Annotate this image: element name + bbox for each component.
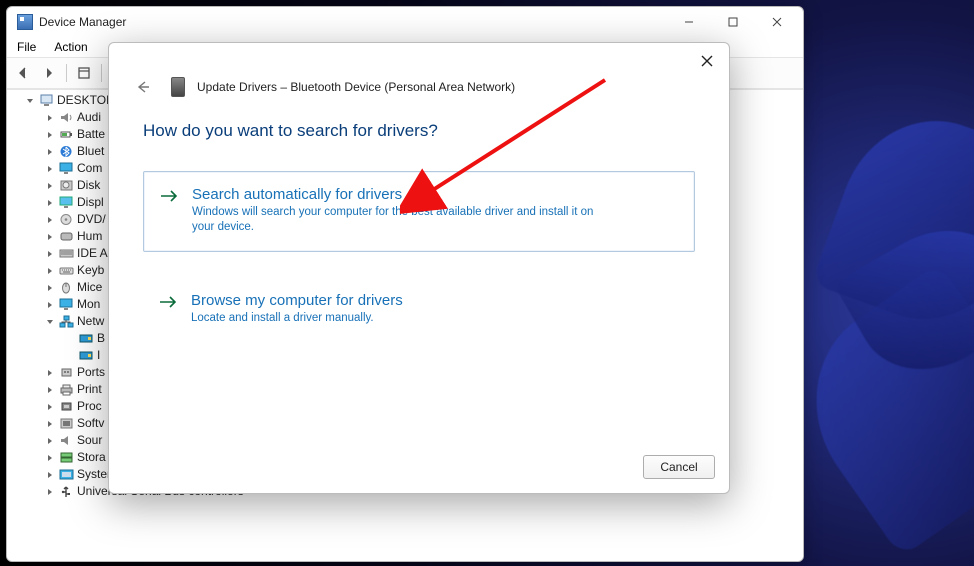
tree-node-label: Stora — [77, 449, 106, 466]
tree-node-label: Audi — [77, 109, 101, 126]
option-search-automatically[interactable]: Search automatically for drivers Windows… — [143, 171, 695, 252]
back-arrow-icon[interactable] — [133, 77, 153, 97]
tree-node-label: IDE A — [77, 245, 108, 262]
dialog-footer: Cancel — [109, 445, 729, 493]
tree-node-label: Hum — [77, 228, 102, 245]
option-description: Locate and install a driver manually. — [191, 311, 611, 326]
chevron-right-icon[interactable] — [45, 232, 55, 242]
chevron-right-icon[interactable] — [45, 419, 55, 429]
device-icon — [171, 77, 185, 97]
cpu-icon — [58, 400, 74, 414]
nic-icon — [78, 332, 94, 346]
chevron-right-icon[interactable] — [45, 113, 55, 123]
titlebar[interactable]: Device Manager — [7, 7, 803, 37]
tree-node-label: Mon — [77, 296, 100, 313]
menu-file[interactable]: File — [13, 39, 40, 55]
ide-icon — [58, 247, 74, 261]
chevron-right-icon[interactable] — [45, 368, 55, 378]
chevron-right-icon[interactable] — [45, 215, 55, 225]
toolbar-back-button[interactable] — [11, 61, 35, 85]
chevron-right-icon[interactable] — [45, 283, 55, 293]
usb-icon — [58, 485, 74, 499]
port-icon — [58, 366, 74, 380]
hid-icon — [58, 230, 74, 244]
tree-node-label: Mice — [77, 279, 102, 296]
audio-icon — [58, 111, 74, 125]
dvd-icon — [58, 213, 74, 227]
display-icon — [58, 196, 74, 210]
options-list: Search automatically for drivers Windows… — [109, 147, 729, 342]
tree-node-label: Displ — [77, 194, 104, 211]
cancel-button[interactable]: Cancel — [643, 455, 715, 479]
chevron-right-icon[interactable] — [45, 249, 55, 259]
toolbar-forward-button[interactable] — [37, 61, 61, 85]
tree-node-label: Disk — [77, 177, 100, 194]
chevron-right-icon[interactable] — [45, 164, 55, 174]
toolbar-properties-button[interactable] — [72, 61, 96, 85]
tree-node-label: Keyb — [77, 262, 104, 279]
update-drivers-dialog: Update Drivers – Bluetooth Device (Perso… — [108, 42, 730, 494]
sound-icon — [58, 434, 74, 448]
chevron-right-icon[interactable] — [45, 266, 55, 276]
tree-node-label: Batte — [77, 126, 105, 143]
system-icon — [58, 468, 74, 482]
chevron-down-icon[interactable] — [25, 96, 35, 106]
tree-node-label: Sour — [77, 432, 102, 449]
menu-action[interactable]: Action — [50, 39, 91, 55]
monitor-icon — [58, 298, 74, 312]
option-title: Search automatically for drivers — [192, 186, 680, 203]
nic-icon — [78, 349, 94, 363]
keyboard-icon — [58, 264, 74, 278]
chevron-right-icon[interactable] — [45, 436, 55, 446]
mouse-icon — [58, 281, 74, 295]
chevron-right-icon[interactable] — [45, 300, 55, 310]
option-description: Windows will search your computer for th… — [192, 205, 612, 235]
maximize-button[interactable] — [711, 8, 755, 36]
computer-icon — [38, 94, 54, 108]
app-icon — [17, 14, 33, 30]
chevron-right-icon[interactable] — [45, 487, 55, 497]
storage-icon — [58, 451, 74, 465]
tree-node-label: Ports — [77, 364, 105, 381]
dialog-close-button[interactable] — [691, 49, 723, 73]
option-browse-computer[interactable]: Browse my computer for drivers Locate an… — [143, 278, 695, 342]
dialog-heading: How do you want to search for drivers? — [109, 103, 729, 147]
tree-node-label: Print — [77, 381, 102, 398]
chevron-right-icon[interactable] — [45, 453, 55, 463]
battery-icon — [58, 128, 74, 142]
network-icon — [58, 315, 74, 329]
tree-node-label: I — [97, 347, 100, 364]
chevron-right-icon[interactable] — [45, 130, 55, 140]
tree-node-label: B — [97, 330, 105, 347]
tree-node-label: Proc — [77, 398, 102, 415]
dialog-header: Update Drivers – Bluetooth Device (Perso… — [109, 43, 729, 103]
printer-icon — [58, 383, 74, 397]
chevron-right-icon[interactable] — [45, 198, 55, 208]
chevron-right-icon[interactable] — [45, 470, 55, 480]
tree-node-label: Softv — [77, 415, 104, 432]
arrow-right-icon — [158, 186, 180, 235]
window-title: Device Manager — [39, 15, 126, 29]
chevron-right-icon[interactable] — [45, 147, 55, 157]
close-button[interactable] — [755, 8, 799, 36]
tree-node-label: DESKTOP — [57, 92, 114, 109]
disk-icon — [58, 179, 74, 193]
chevron-right-icon[interactable] — [45, 385, 55, 395]
tree-node-label: Com — [77, 160, 102, 177]
chevron-right-icon[interactable] — [45, 402, 55, 412]
monitor-icon — [58, 162, 74, 176]
soft-icon — [58, 417, 74, 431]
dialog-title: Update Drivers – Bluetooth Device (Perso… — [197, 80, 515, 94]
bluetooth-icon — [58, 145, 74, 159]
tree-node-label: Netw — [77, 313, 104, 330]
minimize-button[interactable] — [667, 8, 711, 36]
tree-node-label: Bluet — [77, 143, 104, 160]
tree-node-label: DVD/ — [77, 211, 106, 228]
arrow-right-icon — [157, 292, 179, 326]
chevron-right-icon[interactable] — [45, 181, 55, 191]
option-title: Browse my computer for drivers — [191, 292, 681, 309]
chevron-down-icon[interactable] — [45, 317, 55, 327]
